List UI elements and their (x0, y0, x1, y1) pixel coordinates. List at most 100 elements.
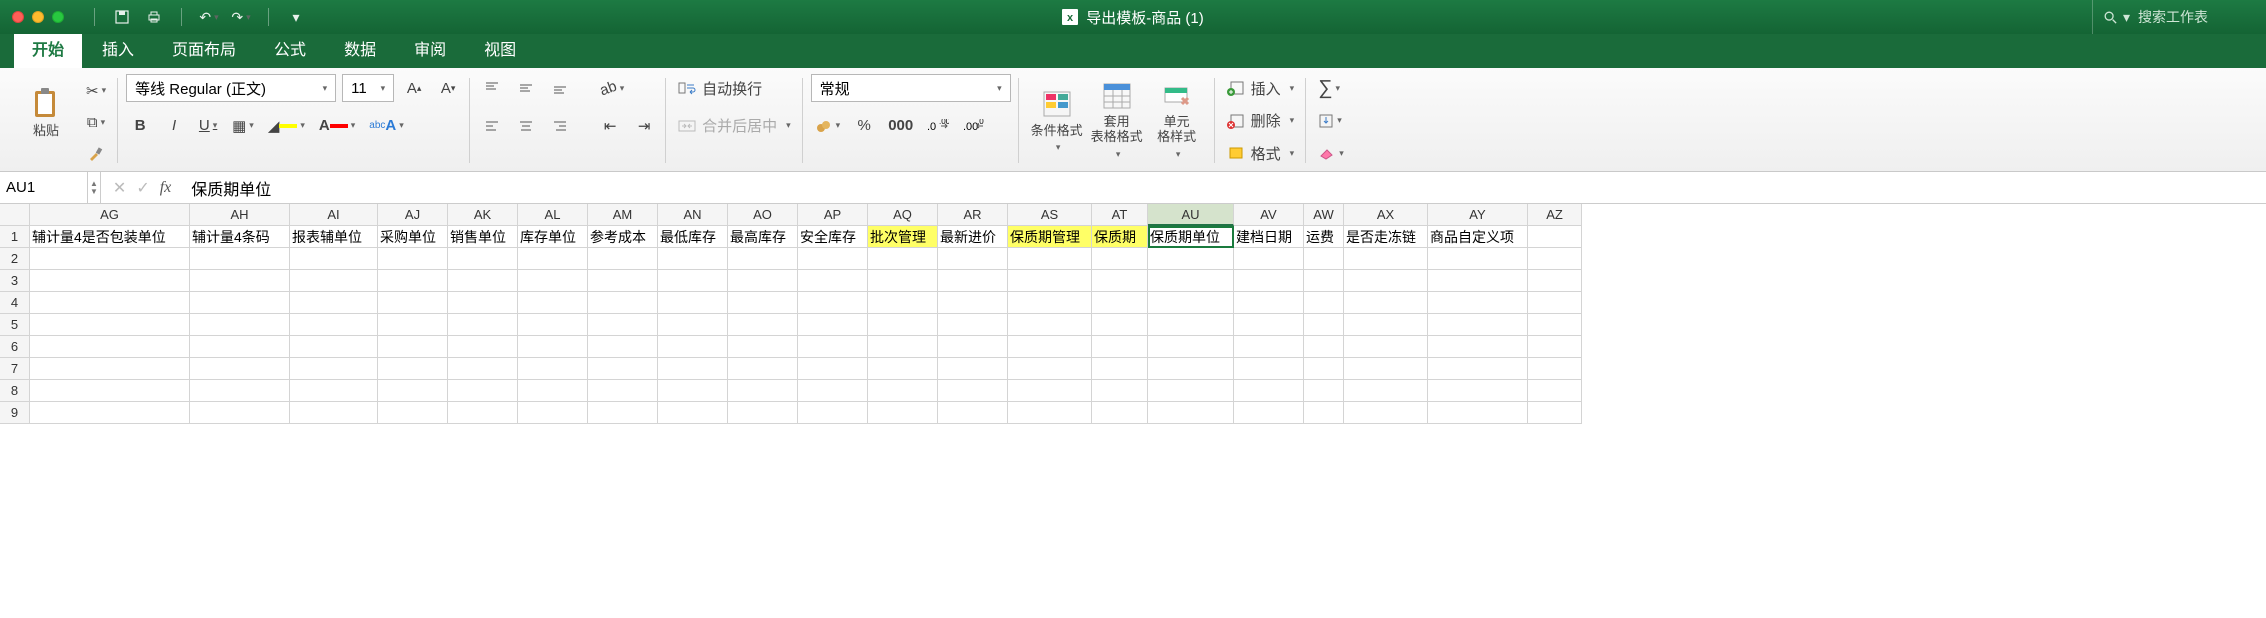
cell[interactable] (798, 380, 868, 402)
cell[interactable] (30, 248, 190, 270)
paste-button[interactable]: 粘贴 (16, 74, 76, 152)
row-header[interactable]: 2 (0, 248, 30, 270)
phonetic-button[interactable]: abcA (365, 112, 408, 140)
cell[interactable] (1428, 248, 1528, 270)
fill-button[interactable] (1314, 107, 1346, 135)
cell[interactable] (518, 336, 588, 358)
cancel-formula-button[interactable]: ✕ (113, 178, 126, 198)
column-header[interactable]: AQ (868, 204, 938, 226)
delete-cells-button[interactable]: 删除 (1223, 107, 1299, 135)
column-header[interactable]: AH (190, 204, 290, 226)
select-all-corner[interactable] (0, 204, 30, 226)
cell[interactable] (1304, 292, 1344, 314)
column-header[interactable]: AJ (378, 204, 448, 226)
cell[interactable] (658, 402, 728, 424)
increase-indent-button[interactable]: ⇥ (630, 112, 658, 140)
cell[interactable] (1148, 336, 1234, 358)
search-sheet-box[interactable]: ▾ (2092, 0, 2266, 34)
spreadsheet-grid[interactable]: AGAHAIAJAKALAMANAOAPAQARASATAUAVAWAXAYAZ… (0, 204, 2266, 424)
cell[interactable]: 库存单位 (518, 226, 588, 248)
cell[interactable]: 保质期单位 (1148, 226, 1234, 248)
cell[interactable] (290, 270, 378, 292)
qat-customize-button[interactable]: ▾ (287, 8, 305, 26)
column-header[interactable]: AT (1092, 204, 1148, 226)
border-button[interactable]: ▦ (228, 112, 258, 140)
font-size-select[interactable]: 11 (342, 74, 394, 102)
decrease-decimal-button[interactable]: .00.0 (959, 112, 989, 140)
cell[interactable]: 参考成本 (588, 226, 658, 248)
ribbon-tab[interactable]: 数据 (326, 30, 394, 68)
cell[interactable] (378, 314, 448, 336)
format-cells-button[interactable]: 格式 (1223, 139, 1299, 167)
cell[interactable] (658, 358, 728, 380)
cell[interactable] (30, 292, 190, 314)
cell[interactable] (868, 358, 938, 380)
row-header[interactable]: 1 (0, 226, 30, 248)
cell[interactable]: 最新进价 (938, 226, 1008, 248)
cell[interactable] (1344, 314, 1428, 336)
cell[interactable] (588, 292, 658, 314)
row-header[interactable]: 9 (0, 402, 30, 424)
cell[interactable] (1528, 402, 1582, 424)
cell[interactable] (1344, 402, 1428, 424)
cell[interactable] (1428, 292, 1528, 314)
column-header[interactable]: AR (938, 204, 1008, 226)
copy-button[interactable]: ⧉ (82, 110, 110, 136)
cell[interactable] (290, 292, 378, 314)
cell[interactable] (798, 314, 868, 336)
column-header[interactable]: AY (1428, 204, 1528, 226)
cell[interactable] (1092, 358, 1148, 380)
cell[interactable] (868, 292, 938, 314)
cell[interactable] (1008, 292, 1092, 314)
cell[interactable] (290, 358, 378, 380)
percent-button[interactable]: % (850, 112, 878, 140)
cell[interactable] (868, 314, 938, 336)
cell[interactable] (1304, 380, 1344, 402)
wrap-text-button[interactable]: 自动换行 (674, 74, 766, 102)
cell[interactable] (938, 336, 1008, 358)
cell[interactable] (1148, 380, 1234, 402)
cell[interactable] (658, 248, 728, 270)
cell[interactable] (1092, 314, 1148, 336)
cell[interactable] (868, 336, 938, 358)
cell[interactable] (518, 248, 588, 270)
cell[interactable] (728, 270, 798, 292)
name-box-stepper[interactable]: ▲▼ (88, 172, 101, 203)
cell[interactable] (658, 314, 728, 336)
cell[interactable] (190, 402, 290, 424)
row-header[interactable]: 4 (0, 292, 30, 314)
cell[interactable] (378, 336, 448, 358)
cell[interactable] (1234, 314, 1304, 336)
column-header[interactable]: AM (588, 204, 658, 226)
cell[interactable]: 辅计量4是否包装单位 (30, 226, 190, 248)
clear-button[interactable] (1314, 139, 1348, 167)
font-name-select[interactable]: 等线 Regular (正文) (126, 74, 336, 102)
row-header[interactable]: 6 (0, 336, 30, 358)
align-bottom-button[interactable] (546, 74, 574, 102)
cell[interactable] (728, 248, 798, 270)
cell[interactable] (448, 380, 518, 402)
cell[interactable] (448, 248, 518, 270)
cell[interactable] (290, 402, 378, 424)
close-window-button[interactable] (12, 11, 24, 23)
cell[interactable] (588, 248, 658, 270)
cell[interactable] (1148, 314, 1234, 336)
cell[interactable]: 采购单位 (378, 226, 448, 248)
cell[interactable] (588, 380, 658, 402)
cell[interactable] (1092, 292, 1148, 314)
cell[interactable] (1528, 314, 1582, 336)
align-center-button[interactable] (512, 112, 540, 140)
row-header[interactable]: 8 (0, 380, 30, 402)
column-header[interactable]: AG (30, 204, 190, 226)
ribbon-tab[interactable]: 视图 (466, 30, 534, 68)
cell[interactable]: 销售单位 (448, 226, 518, 248)
cell[interactable] (868, 248, 938, 270)
cell[interactable] (378, 292, 448, 314)
orientation-button[interactable]: ab (596, 74, 628, 102)
cell[interactable] (518, 402, 588, 424)
cell[interactable] (290, 314, 378, 336)
cell[interactable] (448, 314, 518, 336)
cell[interactable] (938, 248, 1008, 270)
cell[interactable] (798, 270, 868, 292)
cell[interactable] (190, 292, 290, 314)
